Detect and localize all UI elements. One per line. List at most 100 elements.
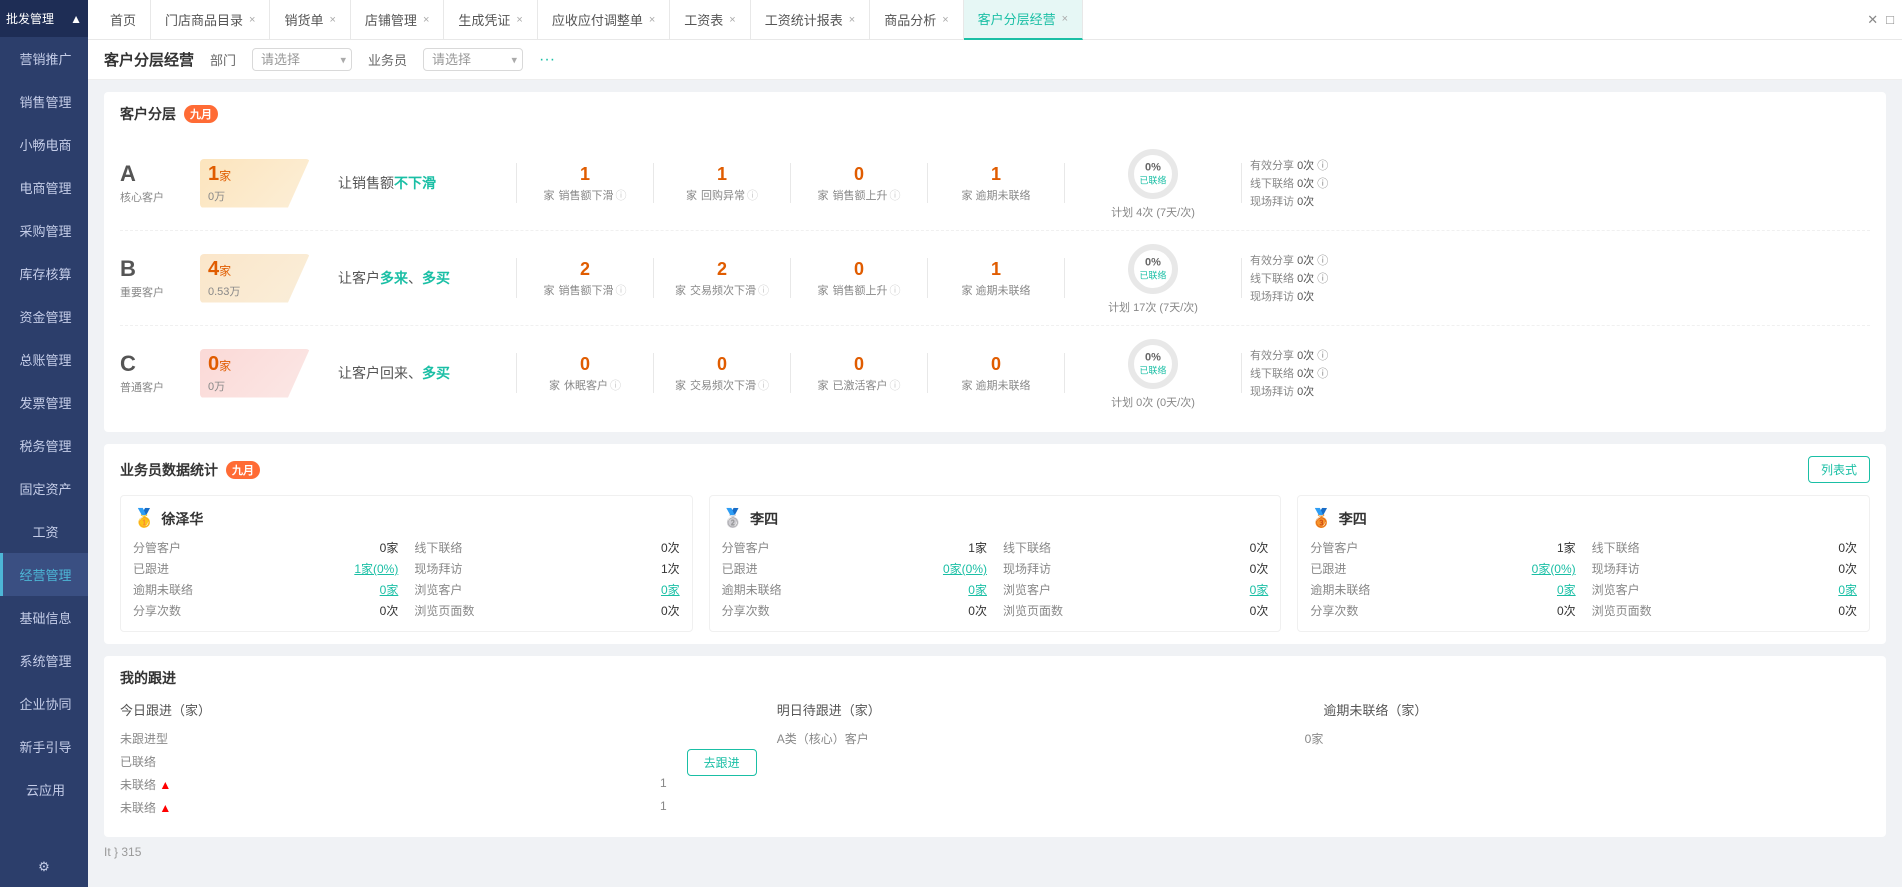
tab-mendian[interactable]: 门店商品目录× — [151, 0, 270, 40]
sidebar-item-xiaoshou[interactable]: 销售管理 — [0, 80, 88, 123]
dept-label: 部门 — [210, 50, 236, 69]
close-icon[interactable]: × — [729, 14, 735, 26]
tab-actions: ✕ □ — [1867, 12, 1894, 28]
tier-b-plan: 计划 17次 (7天/次) — [1108, 299, 1198, 315]
tab-bar: 首页 门店商品目录× 销货单× 店铺管理× 生成凭证× 应收应付调整单× 工资表… — [88, 0, 1902, 40]
close-icon[interactable]: × — [423, 14, 429, 26]
tier-b-stat-1: 2 家销售额下滑ⓘ — [525, 259, 645, 298]
gear-icon[interactable]: ⚙ — [0, 847, 88, 887]
info-icon[interactable]: ⓘ — [1317, 160, 1328, 172]
close-icon[interactable]: × — [649, 14, 655, 26]
info-icon[interactable]: ⓘ — [1317, 350, 1328, 362]
tab-gongzibiao[interactable]: 工资表× — [670, 0, 750, 40]
close-icon[interactable]: × — [942, 14, 948, 26]
staff-medal-2: 🥈 — [722, 508, 744, 529]
dept-select[interactable]: 请选择 — [252, 48, 352, 71]
tab-home[interactable]: 首页 — [96, 0, 151, 40]
staff-medal-1: 🥇 — [133, 508, 155, 529]
sidebar-item-fapiao[interactable]: 发票管理 — [0, 381, 88, 424]
tab-gongzitongji[interactable]: 工资统计报表× — [751, 0, 870, 40]
follow-overdue-title: 逾期未联络（家） — [1323, 700, 1870, 719]
sidebar-item-gongzi[interactable]: 工资 — [0, 510, 88, 553]
info-icon[interactable]: ⓘ — [747, 187, 758, 203]
tab-shangpinfenxi[interactable]: 商品分析× — [870, 0, 963, 40]
info-icon[interactable]: ⓘ — [1317, 178, 1328, 190]
info-icon[interactable]: ⓘ — [758, 377, 769, 393]
sidebar-item-shuiwu[interactable]: 税务管理 — [0, 424, 88, 467]
sidebar-logo[interactable]: 批发管理 ▲ — [0, 0, 88, 37]
sidebar-item-dianshang[interactable]: 电商管理 — [0, 166, 88, 209]
info-icon[interactable]: ⓘ — [616, 187, 627, 203]
staff-stat-row: 现场拜访 1次 — [414, 560, 679, 577]
staff-section-title: 业务员数据统计 九月 — [120, 460, 260, 480]
more-filter-icon[interactable]: ··· — [539, 51, 555, 69]
sidebar-item-yunyingyong[interactable]: 云应用 — [0, 768, 88, 811]
tier-c-donut: 0% 已联络 — [1125, 336, 1181, 392]
tier-month-badge: 九月 — [184, 105, 218, 123]
staff-select[interactable]: 请选择 — [423, 48, 523, 71]
sidebar-item-xitong[interactable]: 系统管理 — [0, 639, 88, 682]
tier-a-contact: 0% 已联络 计划 4次 (7天/次) — [1073, 146, 1233, 220]
sidebar-item-jichu[interactable]: 基础信息 — [0, 596, 88, 639]
sidebar-item-yingxiao[interactable]: 营销推广 — [0, 37, 88, 80]
info-icon[interactable]: ⓘ — [890, 377, 901, 393]
staff-stat-row: 分管客户 1家 — [722, 539, 987, 556]
tier-a-plan: 计划 4次 (7天/次) — [1111, 204, 1195, 220]
staff-month-badge: 九月 — [226, 461, 260, 479]
close-icon[interactable]: × — [1062, 13, 1068, 25]
tier-a-donut: 0% 已联络 — [1125, 146, 1181, 202]
info-icon[interactable]: ⓘ — [758, 282, 769, 298]
follow-row: 未联络 ▲1 — [120, 796, 667, 819]
staff-stat-row: 分享次数 0次 — [1310, 602, 1575, 619]
tab-kehufenceng[interactable]: 客户分层经营× — [964, 0, 1083, 40]
tier-b-contact: 0% 已联络 计划 17次 (7天/次) — [1073, 241, 1233, 315]
sidebar-item-xinshou[interactable]: 新手引导 — [0, 725, 88, 768]
staff-stat-row: 逾期未联络 0家 — [1310, 581, 1575, 598]
close-icon[interactable]: × — [516, 14, 522, 26]
staff-stats-2: 分管客户 1家 线下联络 0次 已跟进 0家(0%) 现场拜访 — [722, 539, 1269, 619]
info-icon[interactable]: ⓘ — [610, 377, 621, 393]
sidebar-item-gudingzichan[interactable]: 固定资产 — [0, 467, 88, 510]
info-icon[interactable]: ⓘ — [1317, 368, 1328, 380]
divider — [653, 258, 654, 298]
go-follow-button[interactable]: 去跟进 — [687, 749, 757, 776]
info-icon[interactable]: ⓘ — [616, 282, 627, 298]
window-close-icon[interactable]: ✕ — [1867, 12, 1878, 28]
tab-xiaohuo[interactable]: 销货单× — [270, 0, 350, 40]
follow-today-title: 今日跟进（家） — [120, 700, 667, 719]
sidebar-item-caigou[interactable]: 采购管理 — [0, 209, 88, 252]
info-icon[interactable]: ⓘ — [1317, 255, 1328, 267]
dept-select-wrapper: 请选择 — [252, 48, 352, 71]
customer-tier-section: 客户分层 九月 A 核心客户 1家 0万 让销售额不下滑 — [104, 92, 1886, 432]
staff-stats-3: 分管客户 1家 线下联络 0次 已跟进 0家(0%) 现场拜访 — [1310, 539, 1857, 619]
sidebar-item-kucun[interactable]: 库存核算 — [0, 252, 88, 295]
sidebar-item-jingying[interactable]: 经营管理 — [0, 553, 88, 596]
close-icon[interactable]: × — [849, 14, 855, 26]
tab-shengchengpingzheng[interactable]: 生成凭证× — [444, 0, 537, 40]
sidebar-item-zijin[interactable]: 资金管理 — [0, 295, 88, 338]
sidebar-item-xiaochangdianshang[interactable]: 小畅电商 — [0, 123, 88, 166]
tier-a-stat-1: 1 家销售额下滑ⓘ — [525, 164, 645, 203]
tier-c-stat-1: 0 家休眠客户ⓘ — [525, 354, 645, 393]
divider — [927, 258, 928, 298]
sidebar-item-zhangzhang[interactable]: 总账管理 — [0, 338, 88, 381]
info-icon[interactable]: ⓘ — [890, 187, 901, 203]
tab-dianpu[interactable]: 店铺管理× — [351, 0, 444, 40]
tab-yingshoutiaozheng[interactable]: 应收应付调整单× — [538, 0, 670, 40]
list-view-button[interactable]: 列表式 — [1808, 456, 1870, 483]
sidebar-item-qiyexietong[interactable]: 企业协同 — [0, 682, 88, 725]
staff-stat-row: 逾期未联络 0家 — [722, 581, 987, 598]
staff-stat-row: 现场拜访 0次 — [1003, 560, 1268, 577]
tier-a-stat-4: 1 家 逾期未联络 — [936, 164, 1056, 203]
info-icon[interactable]: ⓘ — [1317, 273, 1328, 285]
window-restore-icon[interactable]: □ — [1886, 12, 1894, 28]
info-icon[interactable]: ⓘ — [890, 282, 901, 298]
divider — [1241, 163, 1242, 203]
page-header: 客户分层经营 部门 请选择 业务员 请选择 ··· — [88, 40, 1902, 80]
tier-c-stat-4: 0 家 逾期未联络 — [936, 354, 1056, 393]
staff-stat-row: 浏览页面数 0次 — [1592, 602, 1857, 619]
close-icon[interactable]: × — [249, 14, 255, 26]
staff-stats-1: 分管客户 0家 线下联络 0次 已跟进 1家(0%) 现场拜访 — [133, 539, 680, 619]
tier-c-stat-2: 0 家交易频次下滑ⓘ — [662, 354, 782, 393]
close-icon[interactable]: × — [329, 14, 335, 26]
